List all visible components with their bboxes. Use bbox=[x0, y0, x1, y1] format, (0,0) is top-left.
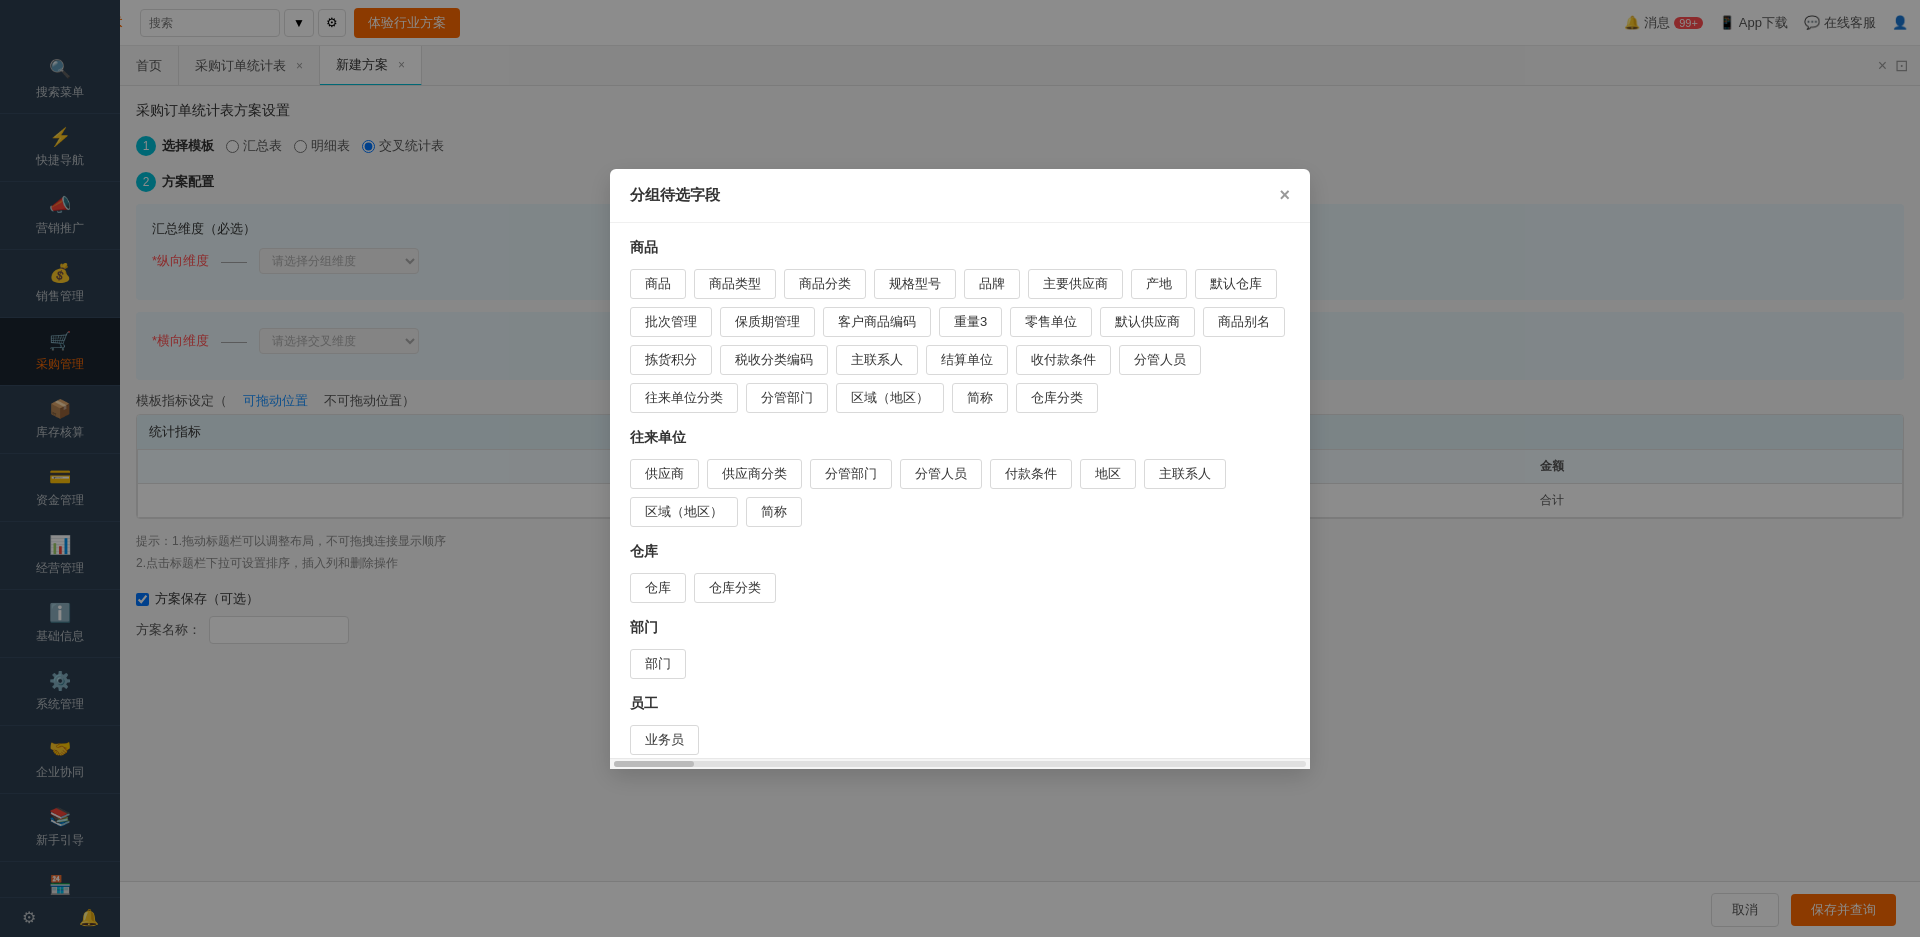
field-tag-0-0[interactable]: 商品 bbox=[630, 269, 686, 299]
field-tag-0-21[interactable]: 往来单位分类 bbox=[630, 383, 738, 413]
scroll-track bbox=[614, 761, 1306, 767]
field-tag-0-11[interactable]: 重量3 bbox=[939, 307, 1002, 337]
field-tag-0-1[interactable]: 商品类型 bbox=[694, 269, 776, 299]
field-group-title-4: 员工 bbox=[630, 695, 1290, 713]
field-tag-2-0[interactable]: 仓库 bbox=[630, 573, 686, 603]
scroll-thumb bbox=[614, 761, 694, 767]
field-tag-0-23[interactable]: 区域（地区） bbox=[836, 383, 944, 413]
field-tags-group-0: 商品商品类型商品分类规格型号品牌主要供应商产地默认仓库批次管理保质期管理客户商品… bbox=[630, 269, 1290, 413]
field-tag-0-20[interactable]: 分管人员 bbox=[1119, 345, 1201, 375]
field-tag-0-7[interactable]: 默认仓库 bbox=[1195, 269, 1277, 299]
field-tag-0-9[interactable]: 保质期管理 bbox=[720, 307, 815, 337]
field-tag-0-5[interactable]: 主要供应商 bbox=[1028, 269, 1123, 299]
field-tag-1-2[interactable]: 分管部门 bbox=[810, 459, 892, 489]
field-tag-1-3[interactable]: 分管人员 bbox=[900, 459, 982, 489]
field-tags-group-1: 供应商供应商分类分管部门分管人员付款条件地区主联系人区域（地区） 简称 bbox=[630, 459, 1290, 527]
modal-title: 分组待选字段 bbox=[630, 186, 720, 205]
field-tags-group-2: 仓库仓库分类 bbox=[630, 573, 1290, 603]
field-tag-0-18[interactable]: 结算单位 bbox=[926, 345, 1008, 375]
modal-overlay: 分组待选字段 × 商品商品商品类型商品分类规格型号品牌主要供应商产地默认仓库批次… bbox=[0, 0, 1920, 937]
field-tag-1-5[interactable]: 地区 bbox=[1080, 459, 1136, 489]
field-tag-1-4[interactable]: 付款条件 bbox=[990, 459, 1072, 489]
field-tag-1-0[interactable]: 供应商 bbox=[630, 459, 699, 489]
field-group-title-2: 仓库 bbox=[630, 543, 1290, 561]
field-tag-1-8[interactable]: 简称 bbox=[746, 497, 802, 527]
field-tag-1-7[interactable]: 区域（地区） bbox=[630, 497, 738, 527]
field-tag-0-8[interactable]: 批次管理 bbox=[630, 307, 712, 337]
field-tag-0-16[interactable]: 税收分类编码 bbox=[720, 345, 828, 375]
modal-body: 商品商品商品类型商品分类规格型号品牌主要供应商产地默认仓库批次管理保质期管理客户… bbox=[610, 223, 1310, 759]
field-group-title-3: 部门 bbox=[630, 619, 1290, 637]
field-tag-0-13[interactable]: 默认供应商 bbox=[1100, 307, 1195, 337]
field-tag-0-15[interactable]: 拣货积分 bbox=[630, 345, 712, 375]
field-tags-group-3: 部门 bbox=[630, 649, 1290, 679]
field-tag-1-1[interactable]: 供应商分类 bbox=[707, 459, 802, 489]
field-tag-3-0[interactable]: 部门 bbox=[630, 649, 686, 679]
field-tag-0-19[interactable]: 收付款条件 bbox=[1016, 345, 1111, 375]
field-tag-0-6[interactable]: 产地 bbox=[1131, 269, 1187, 299]
modal-header: 分组待选字段 × bbox=[610, 169, 1310, 223]
field-tag-0-12[interactable]: 零售单位 bbox=[1010, 307, 1092, 337]
field-tag-0-4[interactable]: 品牌 bbox=[964, 269, 1020, 299]
modal-footer-scrollbar[interactable] bbox=[610, 758, 1310, 768]
field-tag-0-14[interactable]: 商品别名 bbox=[1203, 307, 1285, 337]
field-tag-0-22[interactable]: 分管部门 bbox=[746, 383, 828, 413]
field-tag-0-17[interactable]: 主联系人 bbox=[836, 345, 918, 375]
modal-dialog: 分组待选字段 × 商品商品商品类型商品分类规格型号品牌主要供应商产地默认仓库批次… bbox=[610, 169, 1310, 769]
field-tag-0-3[interactable]: 规格型号 bbox=[874, 269, 956, 299]
field-tag-0-24[interactable]: 简称 bbox=[952, 383, 1008, 413]
field-tags-group-4: 业务员 bbox=[630, 725, 1290, 755]
field-tag-0-10[interactable]: 客户商品编码 bbox=[823, 307, 931, 337]
field-group-title-1: 往来单位 bbox=[630, 429, 1290, 447]
field-tag-1-6[interactable]: 主联系人 bbox=[1144, 459, 1226, 489]
field-group-title-0: 商品 bbox=[630, 239, 1290, 257]
field-tag-4-0[interactable]: 业务员 bbox=[630, 725, 699, 755]
field-tag-2-1[interactable]: 仓库分类 bbox=[694, 573, 776, 603]
modal-close-button[interactable]: × bbox=[1279, 185, 1290, 206]
field-tag-0-2[interactable]: 商品分类 bbox=[784, 269, 866, 299]
field-tag-0-25[interactable]: 仓库分类 bbox=[1016, 383, 1098, 413]
